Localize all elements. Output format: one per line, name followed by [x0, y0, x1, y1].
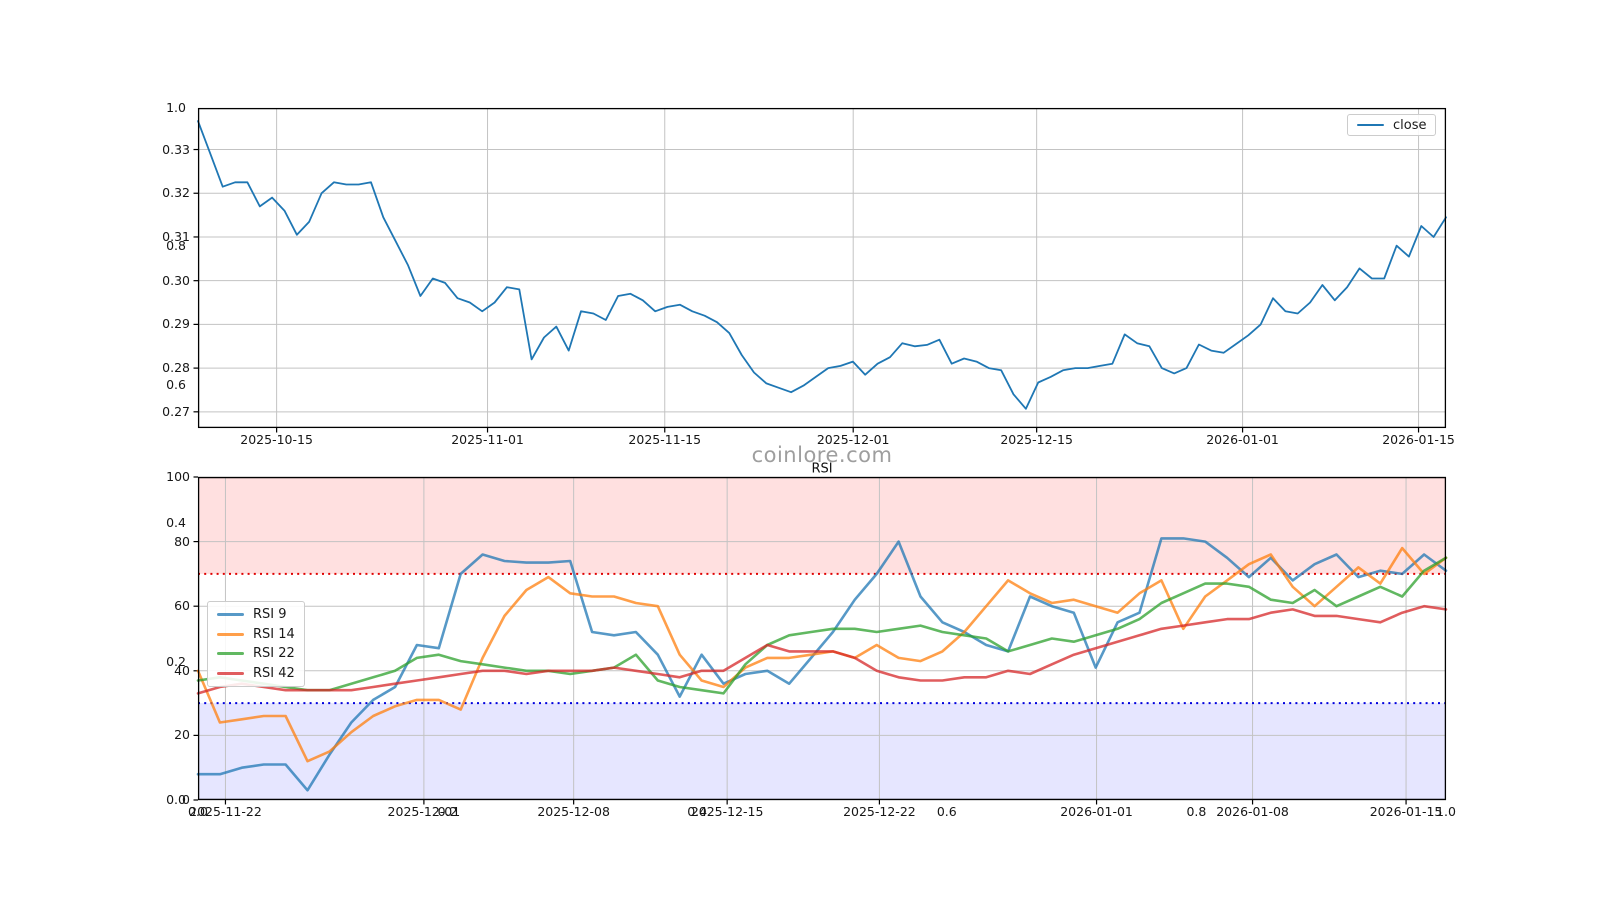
- rsi-chart-plot: RSI 9 RSI 14 RSI 22 RSI 42: [193, 476, 1448, 805]
- close-line-swatch: [1357, 123, 1384, 127]
- price-ytick-label: 0.33: [162, 141, 190, 157]
- legend-row-rsi9: RSI 9: [217, 605, 295, 625]
- price-ytick-label: 0.28: [162, 360, 190, 376]
- overlay-xtick-label: 0.4: [687, 804, 708, 819]
- price-chart-canvas: [193, 107, 1447, 433]
- rsi9-legend-label: RSI 9: [253, 607, 287, 623]
- price-xtick-label: 2025-11-15: [628, 432, 702, 447]
- rsi42-line-swatch: [217, 671, 244, 675]
- close-legend-label: close: [1393, 117, 1427, 133]
- rsi-chart-canvas: [193, 476, 1448, 805]
- overlay-ytick-label: 0.2: [166, 653, 186, 669]
- overlay-ytick-label: 1.0: [166, 100, 186, 115]
- rsi-ytick-label: 100: [166, 469, 190, 484]
- overlay-xtick-label: 0.6: [936, 804, 957, 819]
- rsi14-legend-label: RSI 14: [253, 626, 295, 642]
- rsi-chart-legend: RSI 9 RSI 14 RSI 22 RSI 42: [207, 601, 305, 687]
- price-xtick-label: 2026-01-01: [1206, 432, 1279, 447]
- overlay-ytick-label: 0.8: [166, 238, 186, 254]
- legend-row-rsi22: RSI 22: [217, 644, 295, 664]
- overlay-xtick-label: 0.2: [437, 804, 458, 819]
- overlay-xtick-label: 0.0: [188, 804, 208, 819]
- rsi14-line-swatch: [217, 632, 244, 636]
- price-ytick-label: 0.30: [162, 272, 190, 288]
- legend-row-rsi14: RSI 14: [217, 625, 295, 645]
- rsi22-legend-label: RSI 22: [253, 646, 295, 662]
- legend-row-rsi42: RSI 42: [217, 664, 295, 684]
- rsi-chart-title: RSI: [811, 461, 833, 477]
- overlay-xtick-label: 0.8: [1186, 804, 1207, 819]
- price-chart-plot: close: [193, 107, 1447, 433]
- overlay-ytick-label: 0.6: [166, 376, 186, 392]
- overlay-xtick-label: 1.0: [1436, 804, 1456, 819]
- rsi22-line-swatch: [217, 652, 244, 656]
- price-xtick-label: 2025-12-15: [1000, 432, 1073, 447]
- price-ytick-label: 0.32: [162, 185, 190, 201]
- price-chart-legend: close: [1347, 114, 1437, 136]
- rsi-xtick-label: 2025-12-08: [537, 804, 610, 819]
- rsi9-line-swatch: [217, 613, 244, 617]
- rsi42-legend-label: RSI 42: [253, 665, 295, 681]
- rsi-xtick-label: 2026-01-01: [1060, 804, 1133, 819]
- rsi-ytick-label: 80: [174, 533, 190, 549]
- rsi-ytick-label: 60: [174, 598, 190, 614]
- rsi-ytick-label: 20: [174, 727, 190, 743]
- price-xtick-label: 2026-01-15: [1382, 432, 1455, 447]
- overlay-ytick-label: 0.4: [166, 515, 186, 531]
- price-ytick-label: 0.29: [162, 316, 190, 332]
- price-ytick-label: 0.27: [162, 403, 190, 419]
- chart-figure: 0.33 0.32 0.31 0.30 0.29 0.28 0.27 2025-10-15 20…: [0, 0, 1600, 900]
- price-xtick-label: 2025-11-01: [451, 432, 524, 447]
- price-xtick-label: 2025-10-15: [240, 432, 313, 447]
